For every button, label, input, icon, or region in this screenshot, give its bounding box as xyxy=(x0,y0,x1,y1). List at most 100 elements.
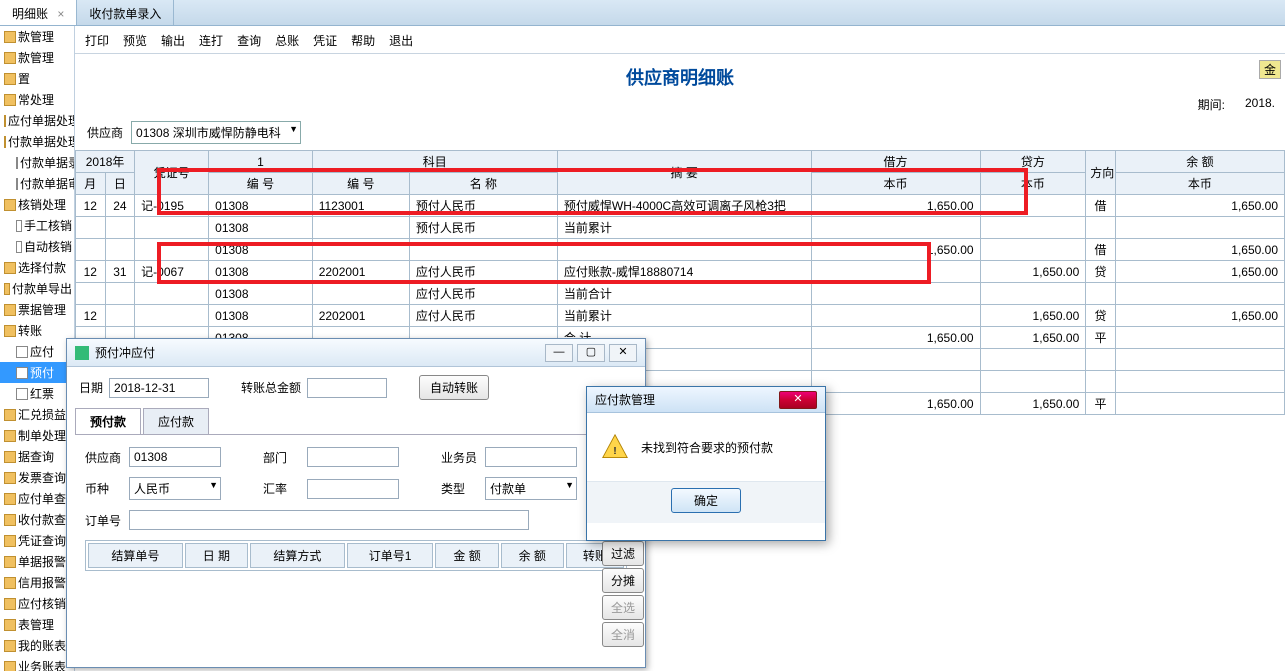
nav-tree[interactable]: 款管理款管理置常处理应付单据处理付款单据处理付款单据录入付款单据审核核销处理手工… xyxy=(0,26,75,671)
tree-item-label: 付款单据审核 xyxy=(20,175,75,192)
filter-button[interactable]: 过滤 xyxy=(602,541,644,566)
tree-item[interactable]: 手工核销 xyxy=(0,215,74,236)
folder-icon xyxy=(4,619,16,631)
deselect-all-button[interactable]: 全消 xyxy=(602,622,644,647)
type-select[interactable]: 付款单▼ xyxy=(485,477,577,500)
folder-icon xyxy=(4,94,16,106)
table-row[interactable]: 01308应付人民币当前合计 xyxy=(76,283,1285,305)
rate-input[interactable] xyxy=(307,479,399,499)
tree-item[interactable]: 付款单据处理 xyxy=(0,131,74,152)
menu-help[interactable]: 帮助 xyxy=(351,32,375,47)
tree-item[interactable]: 核销处理 xyxy=(0,194,74,215)
tree-item[interactable]: 票据管理 xyxy=(0,299,74,320)
tree-item[interactable]: 制单处理 xyxy=(0,425,74,446)
menu-batch-print[interactable]: 连打 xyxy=(199,32,223,47)
app-icon xyxy=(75,346,89,360)
close-button[interactable]: ✕ xyxy=(609,344,637,362)
close-icon[interactable]: × xyxy=(57,7,64,21)
tree-item[interactable]: 信用报警 xyxy=(0,572,74,593)
file-icon xyxy=(16,178,18,190)
tree-item[interactable]: 我的账表 xyxy=(0,635,74,656)
dept-input[interactable] xyxy=(307,447,399,467)
menu-bar: 打印 预览 输出 连打 查询 总账 凭证 帮助 退出 xyxy=(75,26,1285,54)
total-input[interactable] xyxy=(307,378,387,398)
dlg-supplier-input[interactable] xyxy=(129,447,221,467)
folder-icon xyxy=(4,136,6,148)
maximize-button[interactable]: ▢ xyxy=(577,344,605,362)
tree-item[interactable]: 选择付款 xyxy=(0,257,74,278)
menu-general-ledger[interactable]: 总账 xyxy=(275,32,299,47)
msgbox-text: 未找到符合要求的预付款 xyxy=(641,439,773,456)
tree-item[interactable]: 发票查询 xyxy=(0,467,74,488)
table-row[interactable]: 01308预付人民币当前累计 xyxy=(76,217,1285,239)
tree-item[interactable]: 单据报警 xyxy=(0,551,74,572)
file-icon xyxy=(16,157,18,169)
tree-item[interactable]: 转账 xyxy=(0,320,74,341)
table-row[interactable]: 1231记-0067013082202001应付人民币应付账款-威悍188807… xyxy=(76,261,1285,283)
file-icon xyxy=(16,367,28,379)
folder-icon xyxy=(4,52,16,64)
tree-item-label: 票据管理 xyxy=(18,301,66,318)
dlg-sub-grid: 结算单号 日 期 结算方式 订单号1 金 额 余 额 转账 xyxy=(85,540,627,571)
clerk-input[interactable] xyxy=(485,447,577,467)
menu-query[interactable]: 查询 xyxy=(237,32,261,47)
tree-item[interactable]: 应付单查 xyxy=(0,488,74,509)
gh-amount: 金 额 xyxy=(435,543,498,568)
tree-item[interactable]: 付款单据审核 xyxy=(0,173,74,194)
currency-select[interactable]: 人民币▼ xyxy=(129,477,221,500)
tree-item[interactable]: 表管理 xyxy=(0,614,74,635)
close-button[interactable]: ✕ xyxy=(779,391,817,409)
tree-item[interactable]: 凭证查询 xyxy=(0,530,74,551)
tab-prepayment[interactable]: 预付款 xyxy=(75,408,141,434)
dialog-prepay-offset: 预付冲应付 — ▢ ✕ 日期 转账总金额 自动转账 预付款 应付款 供应商 部门… xyxy=(66,338,646,668)
tab-label: 收付款单录入 xyxy=(89,7,161,21)
tree-item[interactable]: 预付 xyxy=(0,362,74,383)
tree-item[interactable]: 应付 xyxy=(0,341,74,362)
tree-item[interactable]: 红票 xyxy=(0,383,74,404)
tab-detail-ledger[interactable]: 明细账 × xyxy=(0,0,77,25)
tree-item[interactable]: 置 xyxy=(0,68,74,89)
tree-item[interactable]: 汇兑损益 xyxy=(0,404,74,425)
menu-export[interactable]: 输出 xyxy=(161,32,185,47)
select-all-button[interactable]: 全选 xyxy=(602,595,644,620)
tree-item-label: 凭证查询 xyxy=(18,532,66,549)
auto-transfer-button[interactable]: 自动转账 xyxy=(419,375,489,400)
tree-item[interactable]: 据查询 xyxy=(0,446,74,467)
menu-exit[interactable]: 退出 xyxy=(389,32,413,47)
tree-item[interactable]: 付款单导出 xyxy=(0,278,74,299)
order-input[interactable] xyxy=(129,510,529,530)
tree-item[interactable]: 自动核销 xyxy=(0,236,74,257)
order-label: 订单号 xyxy=(85,512,123,529)
table-row[interactable]: 1224记-0195013081123001预付人民币预付威悍WH-4000C高… xyxy=(76,195,1285,217)
tree-item[interactable]: 业务账表 xyxy=(0,656,74,671)
msgbox-title: 应付款管理 xyxy=(595,391,655,408)
tree-item[interactable]: 款管理 xyxy=(0,47,74,68)
allocate-button[interactable]: 分摊 xyxy=(602,568,644,593)
th-local3: 本币 xyxy=(1115,173,1284,195)
date-input[interactable] xyxy=(109,378,209,398)
tree-item[interactable]: 付款单据录入 xyxy=(0,152,74,173)
table-row[interactable]: 12013082202001应付人民币当前累计1,650.00贷1,650.00 xyxy=(76,305,1285,327)
menu-voucher[interactable]: 凭证 xyxy=(313,32,337,47)
tree-item[interactable]: 收付款查 xyxy=(0,509,74,530)
supplier-select[interactable]: 01308 深圳市威悍防静电科 ▼ xyxy=(131,121,301,144)
tree-item[interactable]: 应付单据处理 xyxy=(0,110,74,131)
tree-item-label: 付款单导出 xyxy=(12,280,72,297)
tab-receipt-entry[interactable]: 收付款单录入 xyxy=(77,0,174,25)
tree-item[interactable]: 常处理 xyxy=(0,89,74,110)
minimize-button[interactable]: — xyxy=(545,344,573,362)
tree-item[interactable]: 应付核销 xyxy=(0,593,74,614)
menu-print[interactable]: 打印 xyxy=(85,32,109,47)
th-day: 日 xyxy=(105,173,135,195)
title-corner-badge: 金 xyxy=(1259,60,1281,79)
menu-preview[interactable]: 预览 xyxy=(123,32,147,47)
tree-item[interactable]: 款管理 xyxy=(0,26,74,47)
page-title: 供应商明细账 xyxy=(75,64,1285,90)
folder-icon xyxy=(4,598,16,610)
tab-payable[interactable]: 应付款 xyxy=(143,408,209,434)
table-row[interactable]: 013081,650.00借1,650.00 xyxy=(76,239,1285,261)
ok-button[interactable]: 确定 xyxy=(671,488,741,513)
currency-label: 币种 xyxy=(85,480,123,497)
type-label: 类型 xyxy=(441,480,479,497)
folder-icon xyxy=(4,199,16,211)
